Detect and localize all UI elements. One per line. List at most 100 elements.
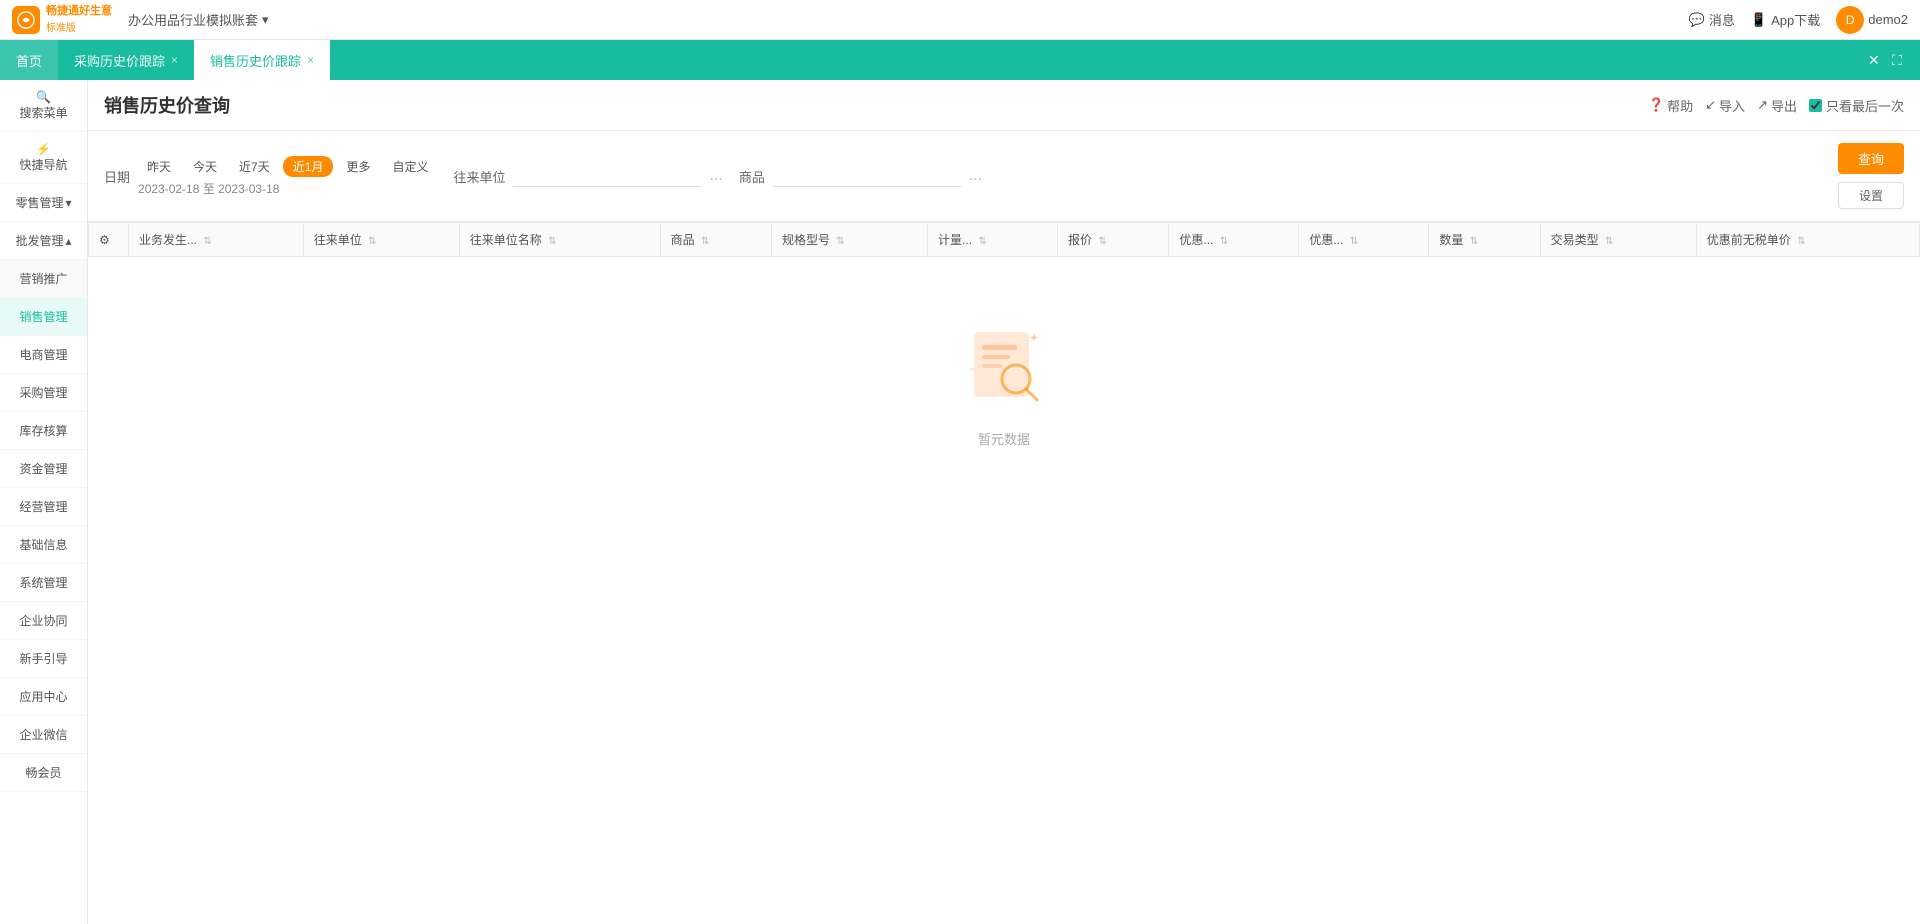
goods-dots-icon[interactable]: ... [969, 167, 982, 185]
date-btn-custom[interactable]: 自定义 [383, 155, 437, 178]
page-title-row: 销售历史价查询 ❓ 帮助 ↙ 导入 ↗ 导出 [104, 92, 1904, 118]
svg-text:✦: ✦ [1029, 331, 1039, 345]
th-no-tax-price[interactable]: 优惠前无税单价 ⇅ [1696, 223, 1919, 257]
import-button[interactable]: ↙ 导入 [1705, 96, 1745, 115]
tab-home[interactable]: 首页 [0, 40, 58, 80]
sidebar-marketing-label: 营销推广 [4, 270, 83, 287]
home-tab-label: 首页 [16, 51, 42, 70]
logo-icon [12, 6, 40, 34]
sidebar-item-search[interactable]: 🔍 搜索菜单 [0, 80, 87, 132]
sort-icon-unit: ⇅ [978, 236, 986, 247]
sort-icon-goods: ⇅ [701, 236, 709, 247]
logo-text-block: 畅捷通好生意 标准版 [46, 5, 112, 33]
th-quoted-price[interactable]: 报价 ⇅ [1058, 223, 1169, 257]
window-maximize-icon[interactable]: ⛶ [1892, 52, 1908, 68]
tab-sales-history[interactable]: 销售历史价跟踪 × [194, 40, 330, 80]
date-btn-yesterday[interactable]: 昨天 [138, 155, 180, 178]
retail-chevron-icon: ▾ [65, 196, 71, 210]
sidebar-item-sales-mgmt[interactable]: 销售管理 [0, 298, 87, 336]
sidebar-operations-label: 经营管理 [4, 498, 83, 515]
content-body: ⚙ 业务发生... ⇅ 往来单位 ⇅ 往来单位名称 ⇅ 商品 ⇅ 规格型号 ⇅ … [88, 222, 1920, 924]
sidebar-item-inventory[interactable]: 库存核算 [0, 412, 87, 450]
partner-input[interactable] [513, 165, 701, 187]
logo-text: 畅捷通好生意 [46, 5, 112, 18]
gear-icon[interactable]: ⚙ [99, 233, 110, 247]
empty-image: ✦ ✦ [954, 317, 1054, 417]
sidebar-wholesale-label: 批发管理 [15, 232, 63, 249]
user-menu[interactable]: D demo2 [1836, 6, 1908, 34]
logo-svg [17, 11, 35, 29]
purchase-history-tab-label: 采购历史价跟踪 [74, 51, 165, 70]
logo-sub: 标准版 [46, 19, 112, 34]
top-bar: 畅捷通好生意 标准版 办公用品行业模拟账套 ▾ 💬 消息 📱 App下载 D d… [0, 0, 1920, 40]
app-selector[interactable]: 办公用品行业模拟账套 ▾ [120, 10, 277, 29]
help-label: 帮助 [1667, 96, 1693, 115]
th-trade-type[interactable]: 交易类型 ⇅ [1540, 223, 1696, 257]
date-btn-more[interactable]: 更多 [337, 155, 379, 178]
th-discount2[interactable]: 优惠... ⇅ [1299, 223, 1429, 257]
sidebar-item-corp-wechat[interactable]: 企业微信 [0, 716, 87, 754]
sidebar-inventory-label: 库存核算 [4, 422, 83, 439]
msg-icon: 💬 [1689, 12, 1705, 28]
date-btn-1month[interactable]: 近1月 [283, 156, 334, 177]
sidebar-retail-label: 零售管理 [15, 194, 63, 211]
date-btn-today[interactable]: 今天 [184, 155, 226, 178]
top-bar-right: 💬 消息 📱 App下载 D demo2 [1689, 6, 1908, 34]
only-last-checkbox-label[interactable]: 只看最后一次 [1809, 96, 1904, 115]
only-last-checkbox[interactable] [1809, 99, 1822, 112]
tab-purchase-history[interactable]: 采购历史价跟踪 × [58, 40, 194, 80]
app-download-button[interactable]: 📱 App下载 [1751, 10, 1820, 29]
sort-icon-discount1: ⇅ [1220, 236, 1228, 247]
date-buttons: 昨天 今天 近7天 近1月 更多 自定义 [138, 155, 437, 178]
sidebar-search-label: 搜索菜单 [4, 104, 83, 121]
sales-history-close-icon[interactable]: × [307, 53, 314, 67]
settings-button[interactable]: 设置 [1838, 182, 1904, 209]
query-button[interactable]: 查询 [1838, 143, 1904, 174]
help-button[interactable]: ❓ 帮助 [1648, 96, 1693, 115]
user-avatar: D [1836, 6, 1864, 34]
sort-icon-trade-type: ⇅ [1605, 236, 1613, 247]
date-btn-7days[interactable]: 近7天 [230, 155, 279, 178]
th-biz-date[interactable]: 业务发生... ⇅ [129, 223, 304, 257]
sales-history-tab-label: 销售历史价跟踪 [210, 51, 301, 70]
quick-nav-icon: ⚡ [4, 142, 83, 156]
export-button[interactable]: ↗ 导出 [1757, 96, 1797, 115]
sidebar-item-ecomm[interactable]: 电商管理 [0, 336, 87, 374]
sidebar-item-finance[interactable]: 资金管理 [0, 450, 87, 488]
partner-dots-icon[interactable]: ... [709, 167, 722, 185]
sidebar-enterprise-label: 企业协同 [4, 612, 83, 629]
msg-button[interactable]: 💬 消息 [1689, 10, 1735, 29]
sidebar-item-purchase[interactable]: 采购管理 [0, 374, 87, 412]
sidebar-item-operations[interactable]: 经营管理 [0, 488, 87, 526]
sidebar-item-marketing[interactable]: 营销推广 [0, 260, 87, 298]
sidebar-item-member[interactable]: 畅会员 [0, 754, 87, 792]
sort-icon-partner-name: ⇅ [548, 236, 556, 247]
window-close-icon[interactable]: ✕ [1868, 52, 1884, 68]
sidebar-item-quick-nav[interactable]: ⚡ 快捷导航 [0, 132, 87, 184]
only-last-label: 只看最后一次 [1826, 96, 1904, 115]
th-discount1[interactable]: 优惠... ⇅ [1169, 223, 1299, 257]
sidebar-item-app-center[interactable]: 应用中心 [0, 678, 87, 716]
th-partner-name[interactable]: 往来单位名称 ⇅ [459, 223, 660, 257]
purchase-history-close-icon[interactable]: × [171, 53, 178, 67]
sidebar-item-retail[interactable]: 零售管理 ▾ [0, 184, 87, 222]
th-spec[interactable]: 规格型号 ⇅ [771, 223, 927, 257]
sidebar-item-basic-info[interactable]: 基础信息 [0, 526, 87, 564]
th-goods[interactable]: 商品 ⇅ [660, 223, 771, 257]
help-icon: ❓ [1648, 97, 1664, 113]
partner-filter-label: 往来单位 [453, 167, 505, 186]
sidebar-item-sys-mgmt[interactable]: 系统管理 [0, 564, 87, 602]
sidebar-item-new-guide[interactable]: 新手引导 [0, 640, 87, 678]
th-partner-code[interactable]: 往来单位 ⇅ [303, 223, 459, 257]
th-unit[interactable]: 计量... ⇅ [928, 223, 1058, 257]
logo-area: 畅捷通好生意 标准版 [12, 5, 112, 33]
sidebar-sys-mgmt-label: 系统管理 [4, 574, 83, 591]
partner-filter-group: 往来单位 ... [453, 165, 722, 187]
export-label: 导出 [1771, 96, 1797, 115]
sidebar-item-enterprise[interactable]: 企业协同 [0, 602, 87, 640]
sort-icon-spec: ⇅ [836, 236, 844, 247]
goods-input[interactable] [773, 165, 961, 187]
sidebar-corp-wechat-label: 企业微信 [4, 726, 83, 743]
sidebar-item-wholesale[interactable]: 批发管理 ▴ [0, 222, 87, 260]
th-qty[interactable]: 数量 ⇅ [1429, 223, 1540, 257]
